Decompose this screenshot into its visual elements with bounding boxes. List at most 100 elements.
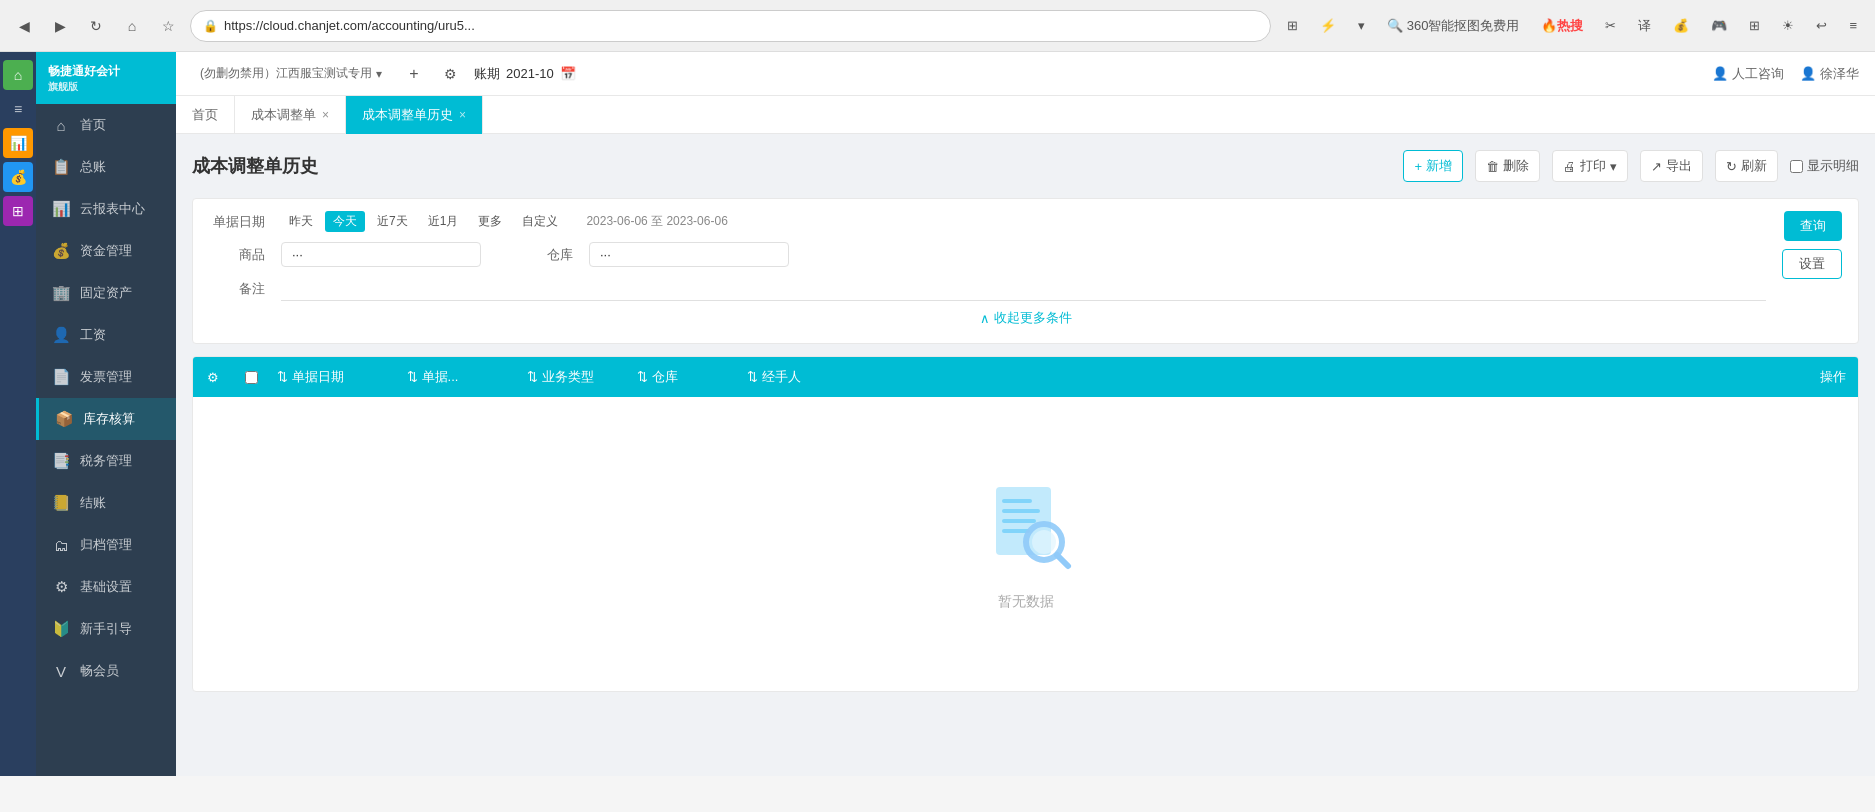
print-label: 打印 xyxy=(1580,157,1606,175)
add-button[interactable]: + 新增 xyxy=(1403,150,1463,182)
sidebar-item-tax[interactable]: 📑 税务管理 xyxy=(36,440,176,482)
home-button[interactable]: ⌂ xyxy=(118,12,146,40)
show-columns-checkbox[interactable] xyxy=(1790,160,1803,173)
filter-settings-button[interactable]: 设置 xyxy=(1782,249,1842,279)
flash-button[interactable]: ⚡ xyxy=(1312,14,1344,37)
filter-side-buttons: 查询 设置 xyxy=(1782,211,1842,279)
table-settings-icon[interactable]: ⚙ xyxy=(193,370,233,385)
date-opt-more[interactable]: 更多 xyxy=(470,211,510,232)
warehouse-selector[interactable]: ··· xyxy=(589,242,789,267)
date-opt-1month[interactable]: 近1月 xyxy=(420,211,467,232)
query-button[interactable]: 查询 xyxy=(1784,211,1842,241)
collapse-button[interactable]: ∧ 收起更多条件 xyxy=(209,305,1842,331)
menu-button[interactable]: ≡ xyxy=(1841,14,1865,37)
sidebar-item-vip-label: 畅会员 xyxy=(80,662,119,680)
closing-icon: 📒 xyxy=(52,494,70,512)
undo-button[interactable]: ↩ xyxy=(1808,14,1835,37)
filter-row-remark: 备注 xyxy=(209,277,1766,301)
add-company-button[interactable]: + xyxy=(402,62,426,86)
apps-button[interactable]: ⊞ xyxy=(1741,14,1768,37)
th-biz[interactable]: ⇅ 业务类型 xyxy=(519,368,629,386)
date-opt-today[interactable]: 今天 xyxy=(325,211,365,232)
data-table: ⚙ ⇅ 单据日期 ⇅ 单据... ⇅ 业务类型 ⇅ 仓库 xyxy=(192,356,1859,692)
sidebar-item-archive[interactable]: 🗂 归档管理 xyxy=(36,524,176,566)
translate-button[interactable]: 译 xyxy=(1630,13,1659,39)
tab-home-label: 首页 xyxy=(192,106,218,124)
sidebar-item-base-settings[interactable]: ⚙ 基础设置 xyxy=(36,566,176,608)
logo-text: 畅捷通好会计 xyxy=(48,63,120,80)
goods-selector[interactable]: ··· xyxy=(281,242,481,267)
tab-cost-adjustment-close[interactable]: × xyxy=(322,108,329,122)
icon-sidebar-item-finance[interactable]: 💰 xyxy=(3,162,33,192)
dropdown-button[interactable]: ▾ xyxy=(1350,14,1373,37)
sidebar-item-payroll[interactable]: 👤 工资 xyxy=(36,314,176,356)
back-button[interactable]: ◀ xyxy=(10,12,38,40)
wallet-button[interactable]: 💰 xyxy=(1665,14,1697,37)
refresh-button-page[interactable]: ↻ 刷新 xyxy=(1715,150,1778,182)
sidebar-item-assets[interactable]: 🏢 固定资产 xyxy=(36,272,176,314)
company-settings-button[interactable]: ⚙ xyxy=(438,62,462,86)
calendar-icon: 📅 xyxy=(560,66,576,81)
forward-button[interactable]: ▶ xyxy=(46,12,74,40)
add-icon: + xyxy=(1414,159,1422,174)
customer-service-icon: 👤 xyxy=(1712,66,1728,81)
star-button[interactable]: ☆ xyxy=(154,12,182,40)
tab-cost-adjustment[interactable]: 成本调整单 × xyxy=(235,96,346,134)
customer-service-action[interactable]: 👤 人工咨询 xyxy=(1712,65,1784,83)
game-button[interactable]: 🎮 xyxy=(1703,14,1735,37)
hot-search-button[interactable]: 🔥热搜 xyxy=(1533,13,1591,39)
date-opt-7days[interactable]: 近7天 xyxy=(369,211,416,232)
address-bar[interactable]: 🔒 https://cloud.chanjet.com/accounting/u… xyxy=(190,10,1271,42)
table-select-all[interactable] xyxy=(233,371,269,384)
tab-cost-adjustment-label: 成本调整单 xyxy=(251,106,316,124)
goods-dots: ··· xyxy=(292,247,303,262)
sidebar-item-base-settings-label: 基础设置 xyxy=(80,578,132,596)
tab-home[interactable]: 首页 xyxy=(176,96,235,134)
date-opt-yesterday[interactable]: 昨天 xyxy=(281,211,321,232)
th-date-label: ⇅ 单据日期 xyxy=(277,368,344,386)
grid-button[interactable]: ⊞ xyxy=(1279,14,1306,37)
remark-input[interactable] xyxy=(281,277,1766,301)
th-warehouse[interactable]: ⇅ 仓库 xyxy=(629,368,739,386)
brightness-button[interactable]: ☀ xyxy=(1774,14,1802,37)
sidebar-item-invoice[interactable]: 📄 发票管理 xyxy=(36,356,176,398)
select-all-checkbox[interactable] xyxy=(245,371,258,384)
svg-point-6 xyxy=(1032,530,1056,554)
th-doc-label: ⇅ 单据... xyxy=(407,368,458,386)
search-tool-button[interactable]: 🔍 360智能抠图免费用 xyxy=(1379,13,1527,39)
customer-service-label: 人工咨询 xyxy=(1732,65,1784,83)
browser-tools: ⊞ ⚡ ▾ 🔍 360智能抠图免费用 🔥热搜 ✂ 译 💰 🎮 ⊞ ☀ ↩ ≡ xyxy=(1279,13,1865,39)
sidebar-item-inventory[interactable]: 📦 库存核算 xyxy=(36,398,176,440)
th-person[interactable]: ⇅ 经手人 xyxy=(739,368,849,386)
base-settings-icon: ⚙ xyxy=(52,578,70,596)
sidebar-item-closing[interactable]: 📒 结账 xyxy=(36,482,176,524)
export-button[interactable]: ↗ 导出 xyxy=(1640,150,1703,182)
sidebar-item-vip[interactable]: V 畅会员 xyxy=(36,650,176,692)
icon-sidebar-item-settings[interactable]: ⊞ xyxy=(3,196,33,226)
tab-cost-adjustment-history[interactable]: 成本调整单历史 × xyxy=(346,96,483,134)
icon-sidebar-item-ledger[interactable]: ≡ xyxy=(3,94,33,124)
delete-button[interactable]: 🗑 删除 xyxy=(1475,150,1540,182)
sidebar-item-reports[interactable]: 📊 云报表中心 xyxy=(36,188,176,230)
print-button[interactable]: 🖨 打印 ▾ xyxy=(1552,150,1628,182)
sidebar-item-funds-label: 资金管理 xyxy=(80,242,132,260)
icon-sidebar-item-reports[interactable]: 📊 xyxy=(3,128,33,158)
nav-sidebar-header: 畅捷通好会计 旗舰版 xyxy=(36,52,176,104)
refresh-button[interactable]: ↻ xyxy=(82,12,110,40)
icon-sidebar-item-home[interactable]: ⌂ xyxy=(3,60,33,90)
user-action[interactable]: 👤 徐泽华 xyxy=(1800,65,1859,83)
th-date[interactable]: ⇅ 单据日期 xyxy=(269,368,399,386)
show-columns-label[interactable]: 显示明细 xyxy=(1790,157,1859,175)
sidebar-item-ledger[interactable]: 📋 总账 xyxy=(36,146,176,188)
browser-chrome: ◀ ▶ ↻ ⌂ ☆ 🔒 https://cloud.chanjet.com/ac… xyxy=(0,0,1875,52)
top-bar: (勿删勿禁用）江西服宝测试专用 ▾ + ⚙ 账期 2021-10 📅 👤 人工咨… xyxy=(176,52,1875,96)
company-selector[interactable]: (勿删勿禁用）江西服宝测试专用 ▾ xyxy=(192,61,390,86)
sidebar-item-guide[interactable]: 🔰 新手引导 xyxy=(36,608,176,650)
sidebar-item-funds[interactable]: 💰 资金管理 xyxy=(36,230,176,272)
sidebar-item-home[interactable]: ⌂ 首页 xyxy=(36,104,176,146)
tab-cost-adjustment-history-close[interactable]: × xyxy=(459,108,466,122)
date-opt-custom[interactable]: 自定义 xyxy=(514,211,566,232)
print-icon: 🖨 xyxy=(1563,159,1576,174)
scissors-button[interactable]: ✂ xyxy=(1597,14,1624,37)
th-doc[interactable]: ⇅ 单据... xyxy=(399,368,519,386)
